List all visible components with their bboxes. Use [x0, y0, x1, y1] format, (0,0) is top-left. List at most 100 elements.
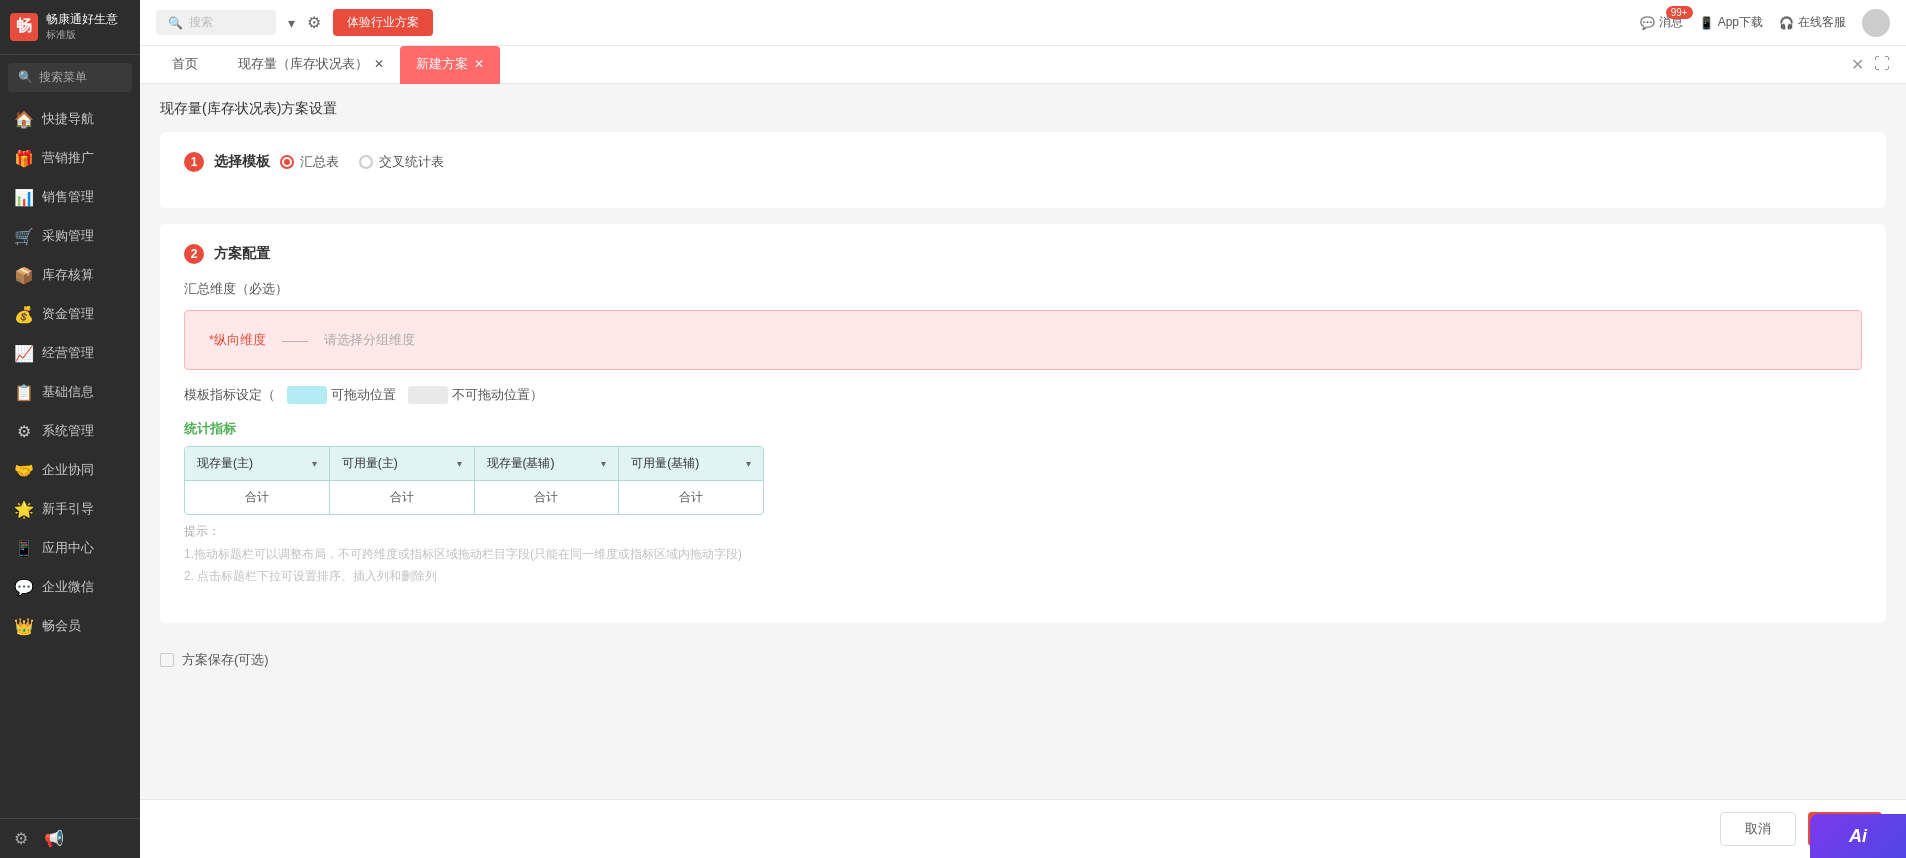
col-name-3: 可用量(基辅): [631, 455, 699, 472]
sidebar-item-guide[interactable]: 🌟 新手引导: [0, 490, 140, 529]
sidebar-label-collab: 企业协同: [42, 461, 94, 479]
radio-summary-circle: [280, 155, 294, 169]
cart-icon: 🛒: [14, 227, 34, 246]
tab-home[interactable]: 首页: [156, 46, 214, 84]
col-header-2[interactable]: 现存量(基辅) ▾: [475, 447, 620, 480]
messages-badge: 99+: [1666, 6, 1693, 19]
col-header-3[interactable]: 可用量(基辅) ▾: [619, 447, 763, 480]
footer-bar: 取消 查询: [140, 799, 1906, 858]
customer-service-button[interactable]: 🎧 在线客服: [1779, 14, 1846, 31]
topbar-search[interactable]: 🔍 搜索: [156, 10, 276, 35]
col-agg-3: 合计: [619, 481, 763, 514]
sidebar-item-finance[interactable]: 💰 资金管理: [0, 295, 140, 334]
settings-icon[interactable]: ⚙: [307, 13, 321, 32]
draggable-box: [287, 386, 327, 404]
download-icon: 📱: [1699, 16, 1714, 30]
section2-title: 方案配置: [214, 245, 270, 263]
app-download-button[interactable]: 📱 App下载: [1699, 14, 1763, 31]
sidebar-item-wechat[interactable]: 💬 企业微信: [0, 568, 140, 607]
fixed-box: [408, 386, 448, 404]
sidebar-item-system[interactable]: ⚙ 系统管理: [0, 412, 140, 451]
draggable-label: 可拖动位置: [331, 386, 396, 404]
clipboard-icon: 📋: [14, 383, 34, 402]
trending-icon: 📈: [14, 344, 34, 363]
tab-inventory-status[interactable]: 现存量（库存状况表） ✕: [222, 46, 400, 84]
stats-body-row: 合计 合计 合计 合计: [185, 480, 763, 514]
dropdown-icon[interactable]: ▾: [288, 15, 295, 31]
sidebar-item-basic-info[interactable]: 📋 基础信息: [0, 373, 140, 412]
money-icon: 💰: [14, 305, 34, 324]
template-indicator-row: 模板指标设定（ 可拖动位置 不可拖动位置）: [184, 386, 1862, 404]
ai-badge[interactable]: Ai: [1810, 814, 1906, 858]
sidebar-item-app-center[interactable]: 📱 应用中心: [0, 529, 140, 568]
topbar-right: 💬 消息 99+ 📱 App下载 🎧 在线客服: [1640, 9, 1890, 37]
section1-num: 1: [184, 152, 204, 172]
col-header-0[interactable]: 现存量(主) ▾: [185, 447, 330, 480]
save-checkbox[interactable]: [160, 653, 174, 667]
sidebar-search[interactable]: 🔍 搜索菜单: [8, 63, 132, 92]
expand-tab-icon[interactable]: ⛶: [1874, 55, 1890, 74]
indicator-draggable: 可拖动位置: [287, 386, 396, 404]
sidebar-item-collab[interactable]: 🤝 企业协同: [0, 451, 140, 490]
sidebar-item-sales[interactable]: 📊 销售管理: [0, 178, 140, 217]
col-chevron-3[interactable]: ▾: [746, 458, 751, 469]
app-edition: 标准版: [46, 28, 118, 42]
sidebar-label-wechat: 企业微信: [42, 578, 94, 596]
sidebar-label-membership: 畅会员: [42, 617, 81, 635]
aggregation-label: 汇总维度（必选）: [184, 280, 1862, 298]
col-agg-0: 合计: [185, 481, 330, 514]
chat-icon: 💬: [14, 578, 34, 597]
message-icon: 💬: [1640, 16, 1655, 30]
star-icon: 🌟: [14, 500, 34, 519]
app-name: 畅康通好生意: [46, 12, 118, 28]
sidebar-item-quick-nav[interactable]: 🏠 快捷导航: [0, 100, 140, 139]
dimension-dash: ——: [282, 333, 308, 348]
gift-icon: 🎁: [14, 149, 34, 168]
col-header-1[interactable]: 可用量(主) ▾: [330, 447, 475, 480]
section2-num: 2: [184, 244, 204, 264]
sidebar-item-marketing[interactable]: 🎁 营销推广: [0, 139, 140, 178]
col-name-0: 现存量(主): [197, 455, 253, 472]
dimension-placeholder[interactable]: 请选择分组维度: [324, 331, 415, 349]
radio-summary-table[interactable]: 汇总表: [280, 153, 339, 171]
section-config: 2 方案配置 汇总维度（必选） *纵向维度 —— 请选择分组维度 模板指标设定（…: [160, 224, 1886, 623]
close-tab-icon[interactable]: ✕: [1851, 55, 1864, 74]
app-name-block: 畅康通好生意 标准版: [46, 12, 118, 42]
tab-new-plan[interactable]: 新建方案 ✕: [400, 46, 500, 84]
cancel-button[interactable]: 取消: [1720, 812, 1796, 846]
trial-button[interactable]: 体验行业方案: [333, 9, 433, 36]
fixed-label: 不可拖动位置）: [452, 386, 543, 404]
col-chevron-2[interactable]: ▾: [601, 458, 606, 469]
tip-0: 1.拖动标题栏可以调整布局，不可跨维度或指标区域拖动栏目字段(只能在同一维度或指…: [184, 544, 1862, 566]
search-text: 搜索: [189, 14, 213, 31]
sidebar-item-operations[interactable]: 📈 经营管理: [0, 334, 140, 373]
sidebar-label-basic-info: 基础信息: [42, 383, 94, 401]
col-name-1: 可用量(主): [342, 455, 398, 472]
tips-title: 提示：: [184, 523, 1862, 540]
col-agg-2: 合计: [475, 481, 620, 514]
search-menu-label: 搜索菜单: [39, 69, 87, 86]
sidebar-label-system: 系统管理: [42, 422, 94, 440]
dimension-row: *纵向维度 —— 请选择分组维度: [209, 331, 1837, 349]
search-icon: 🔍: [168, 16, 183, 30]
save-row: 方案保存(可选): [160, 639, 1886, 681]
sidebar-item-inventory[interactable]: 📦 库存核算: [0, 256, 140, 295]
sidebar-label-purchase: 采购管理: [42, 227, 94, 245]
radio-cross-table[interactable]: 交叉统计表: [359, 153, 444, 171]
tab-close-inventory[interactable]: ✕: [374, 57, 384, 71]
messages-button[interactable]: 💬 消息 99+: [1640, 14, 1683, 31]
headset-icon: 🎧: [1779, 16, 1794, 30]
sidebar-item-purchase[interactable]: 🛒 采购管理: [0, 217, 140, 256]
tab-close-new-plan[interactable]: ✕: [474, 57, 484, 71]
sidebar-item-membership[interactable]: 👑 畅会员: [0, 607, 140, 646]
col-chevron-1[interactable]: ▾: [457, 458, 462, 469]
col-chevron-0[interactable]: ▾: [312, 458, 317, 469]
app-logo-icon: 畅: [10, 13, 38, 41]
section1-header: 1 选择模板 汇总表 交叉统计表: [184, 152, 1862, 172]
dimension-required-label: *纵向维度: [209, 331, 266, 349]
settings-icon[interactable]: ⚙: [14, 829, 28, 848]
sidebar-label-app-center: 应用中心: [42, 539, 94, 557]
user-avatar[interactable]: [1862, 9, 1890, 37]
speaker-icon[interactable]: 📢: [44, 829, 64, 848]
content-area: 现存量(库存状况表)方案设置 1 选择模板 汇总表 交叉统计表: [140, 84, 1906, 799]
